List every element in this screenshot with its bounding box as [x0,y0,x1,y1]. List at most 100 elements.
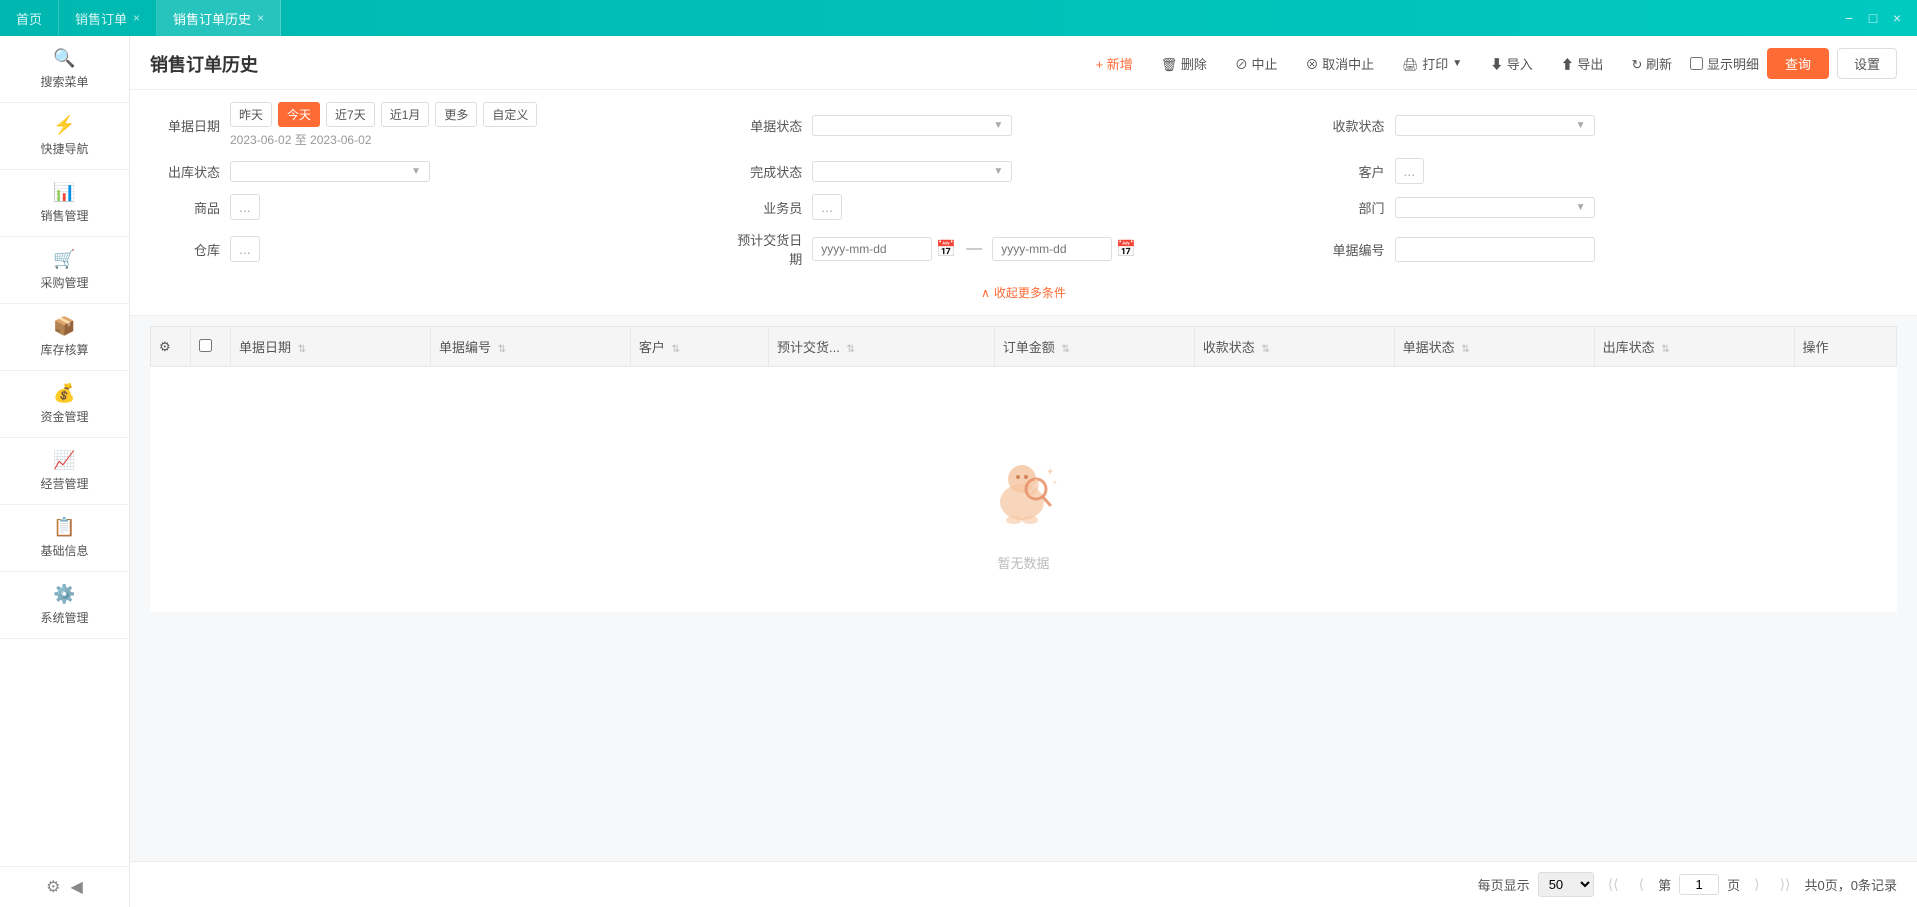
tab-sales-order[interactable]: 销售订单 × [59,0,157,36]
th-no[interactable]: 单据编号 ⇅ [430,327,630,367]
delete-button[interactable]: 🗑 删除 [1151,49,1217,78]
date-range-text: 2023-06-02 至 2023-06-02 [230,131,537,148]
goods-picker-button[interactable]: ... [230,194,260,220]
sidebar-item-purchase-mgmt[interactable]: 🛒 采购管理 [0,237,129,304]
table-container: ⚙ 单据日期 ⇅ 单据编号 ⇅ 客户 [130,316,1917,861]
win-min-button[interactable]: − [1841,10,1857,26]
sidebar-collapse-icon[interactable]: ◀ [71,877,83,897]
delete-button-label: 🗑 删除 [1161,54,1207,73]
calendar-to-icon[interactable]: 📅 [1116,239,1136,259]
show-detail-checkbox[interactable]: 显示明细 [1690,54,1759,73]
delivery-status-arrow-icon: ▼ [411,166,421,177]
current-page-input[interactable] [1679,874,1719,895]
th-expected[interactable]: 预计交货... ⇅ [769,327,995,367]
page-label: 页 [1727,875,1740,894]
export-button[interactable]: ⬆ 导出 [1551,49,1614,78]
th-delivery-status[interactable]: 出库状态 ⇅ [1594,327,1794,367]
sidebar-item-system-mgmt[interactable]: ⚙️ 系统管理 [0,572,129,639]
refresh-button[interactable]: ↻ 刷新 [1621,49,1682,78]
date-last7-button[interactable]: 近7天 [326,102,375,127]
customer-picker-button[interactable]: ... [1395,158,1425,184]
stop-button[interactable]: ⊘ 中止 [1225,49,1288,78]
th-date[interactable]: 单据日期 ⇅ [231,327,431,367]
print-button[interactable]: 🖨 打印 ▼ [1392,49,1472,78]
th-delivery-status-label: 出库状态 [1603,340,1655,355]
sidebar-item-inventory[interactable]: 📦 库存核算 [0,304,129,371]
select-all-checkbox[interactable] [199,339,212,352]
date-today-button[interactable]: 今天 [278,102,320,127]
sidebar-item-operations[interactable]: 📈 经营管理 [0,438,129,505]
th-order-status[interactable]: 单据状态 ⇅ [1394,327,1594,367]
print-button-label: 🖨 打印 [1402,54,1448,73]
th-settings[interactable]: ⚙ [151,327,191,367]
date-buttons: 昨天 今天 近7天 近1月 更多 自定义 [230,102,537,127]
import-button[interactable]: ⬇ 导入 [1480,49,1543,78]
expected-date-from-input[interactable] [812,237,932,261]
prev-page-button[interactable]: ⟨ [1633,874,1650,895]
show-detail-input[interactable] [1690,57,1703,70]
page-title: 销售订单历史 [150,51,258,77]
collapse-bar[interactable]: ∧ 收起更多条件 [150,278,1897,303]
settings-button[interactable]: 设置 [1837,48,1897,79]
sidebar-item-basic-info[interactable]: 📋 基础信息 [0,505,129,572]
warehouse-picker-button[interactable]: ... [230,236,260,262]
order-status-select[interactable]: ▼ [812,115,1012,136]
next-page-button[interactable]: ⟩ [1748,874,1765,895]
salesperson-picker-button[interactable]: ... [812,194,842,220]
date-last1m-button[interactable]: 近1月 [381,102,430,127]
th-amount[interactable]: 订单金额 ⇅ [994,327,1194,367]
empty-state: ✦ ✦ 暂无数据 [151,367,1897,612]
th-checkbox[interactable] [191,327,231,367]
empty-text: 暂无数据 [997,553,1049,572]
date-more-button[interactable]: 更多 [435,102,477,127]
tab-sales-history[interactable]: 销售订单历史 × [157,0,281,36]
page-size-select[interactable]: 10 20 50 100 [1538,872,1594,897]
complete-status-label: 完成状态 [732,162,812,181]
sidebar-item-sales-mgmt[interactable]: 📊 销售管理 [0,170,129,237]
sidebar-item-search-menu[interactable]: 🔍 搜索菜单 [0,36,129,103]
purchase-mgmt-icon: 🛒 [53,249,75,270]
search-menu-icon: 🔍 [53,48,75,69]
order-no-input[interactable] [1395,237,1595,262]
expected-date-to-input[interactable] [992,237,1112,261]
new-button[interactable]: + 新增 [1086,49,1143,78]
cancel-stop-button[interactable]: ⊗ 取消中止 [1296,49,1385,78]
sidebar-item-quick-nav[interactable]: ⚡ 快捷导航 [0,103,129,170]
th-payment-status-label: 收款状态 [1203,340,1255,355]
filter-group-goods: 商品 ... [150,194,732,220]
sort-customer-icon: ⇅ [672,344,680,355]
complete-status-select[interactable]: ▼ [812,161,1012,182]
sidebar-settings-icon[interactable]: ⚙ [46,877,60,897]
sort-amount-icon: ⇅ [1061,344,1069,355]
filter-row-3: 商品 ... 业务员 ... 部门 ▼ [150,194,1897,220]
win-close-button[interactable]: × [1889,10,1905,26]
sidebar-item-finance[interactable]: 💰 资金管理 [0,371,129,438]
query-button[interactable]: 查询 [1767,48,1829,79]
tab-sales-order-close[interactable]: × [133,11,140,25]
tab-sales-history-close[interactable]: × [257,11,264,25]
date-custom-button[interactable]: 自定义 [483,102,537,127]
filter-row-2: 出库状态 ▼ 完成状态 ▼ 客户 ... [150,158,1897,184]
delivery-status-select[interactable]: ▼ [230,161,430,182]
th-payment-status[interactable]: 收款状态 ⇅ [1194,327,1394,367]
stop-button-label: ⊘ 中止 [1235,54,1278,73]
sales-mgmt-icon: 📊 [53,182,75,203]
sidebar-item-inventory-label: 库存核算 [40,341,88,358]
calendar-from-icon[interactable]: 📅 [936,239,956,259]
last-page-button[interactable]: ⟩⟩ [1774,874,1797,895]
date-yesterday-button[interactable]: 昨天 [230,102,272,127]
department-select[interactable]: ▼ [1395,197,1595,218]
win-restore-button[interactable]: □ [1865,10,1881,26]
first-page-button[interactable]: ⟨⟨ [1602,874,1625,895]
import-button-label: ⬇ 导入 [1490,54,1533,73]
customer-label: 客户 [1315,162,1395,181]
page-size-label: 每页显示 [1478,875,1530,894]
sidebar-bottom: ⚙ ◀ [0,866,129,907]
complete-status-arrow-icon: ▼ [993,166,1003,177]
tab-home[interactable]: 首页 [0,0,59,36]
sort-delivery-icon: ⇅ [1661,344,1669,355]
export-button-label: ⬆ 导出 [1561,54,1604,73]
payment-status-select[interactable]: ▼ [1395,115,1595,136]
sort-expected-icon: ⇅ [846,344,854,355]
th-customer[interactable]: 客户 ⇅ [630,327,768,367]
